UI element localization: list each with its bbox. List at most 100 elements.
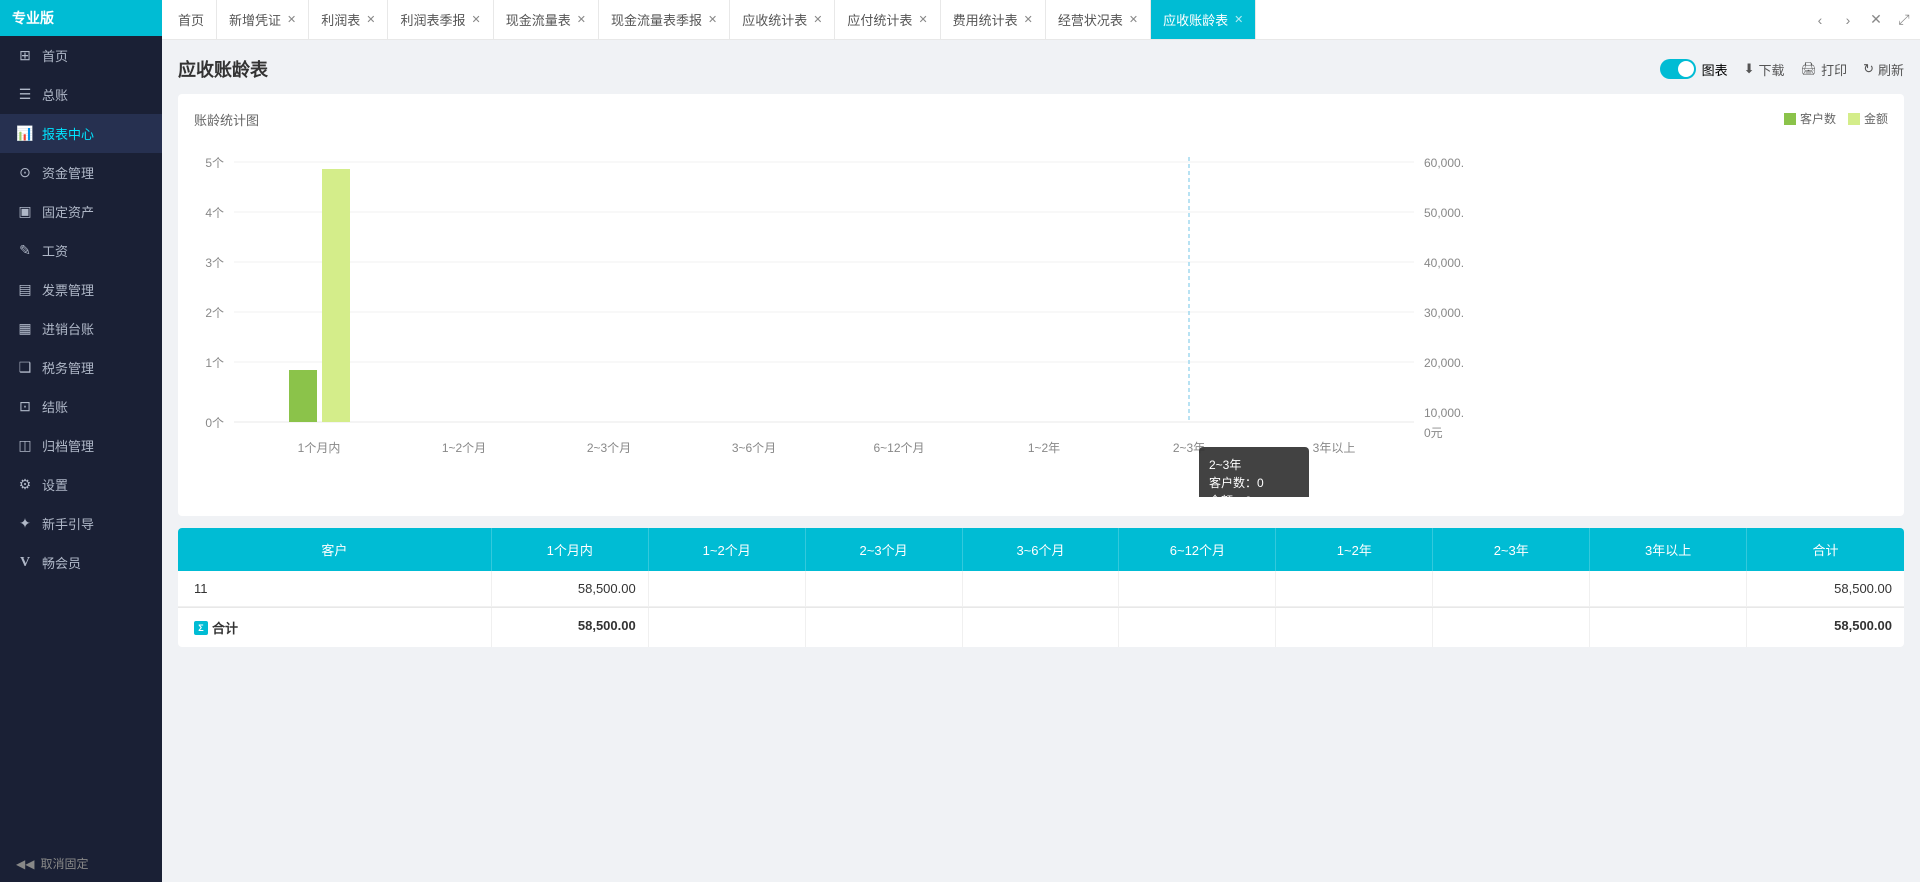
legend-customers-dot — [1784, 113, 1796, 125]
tab-payable-stat-close[interactable]: ✕ — [918, 13, 927, 26]
tab-payable-stat-label: 应付统计表 — [847, 10, 912, 29]
refresh-btn[interactable]: ↻ 刷新 — [1863, 60, 1904, 79]
tab-aging-close[interactable]: ✕ — [1234, 13, 1243, 26]
td-3-6m — [963, 571, 1120, 606]
tf-label: Σ 合计 — [178, 608, 492, 647]
tab-aging-label: 应收账龄表 — [1163, 10, 1228, 29]
sidebar-item-guide[interactable]: ✦ 新手引导 — [0, 504, 162, 543]
tab-voucher-close[interactable]: ✕ — [287, 13, 296, 26]
sidebar-item-ledger[interactable]: ☰ 总账 — [0, 75, 162, 114]
tab-business-stat-close[interactable]: ✕ — [1129, 13, 1138, 26]
tf-1m: 58,500.00 — [492, 608, 649, 647]
td-3y — [1590, 571, 1747, 606]
sidebar-item-report[interactable]: 📊 报表中心 — [0, 114, 162, 153]
print-icon: 🖨 — [1801, 61, 1818, 77]
svg-text:2~3年: 2~3年 — [1209, 458, 1241, 472]
tab-business-stat-label: 经营状况表 — [1058, 10, 1123, 29]
sidebar-item-capital[interactable]: ⊙ 资金管理 — [0, 153, 162, 192]
table-footer: Σ 合计 58,500.00 58,500.00 — [178, 607, 1904, 647]
chart-toggle-wrapper: 图表 — [1660, 59, 1728, 79]
tab-profit[interactable]: 利润表 ✕ — [309, 0, 388, 40]
print-btn[interactable]: 🖨 打印 — [1801, 60, 1848, 79]
tab-nav-next[interactable]: › — [1836, 8, 1860, 32]
svg-text:3个: 3个 — [205, 256, 224, 270]
collapse-label: 取消固定 — [40, 855, 88, 872]
table-header: 客户 1个月内 1~2个月 2~3个月 3~6个月 6~12个月 1~2年 2~… — [178, 528, 1904, 571]
page-area: 应收账龄表 图表 ⬇ 下载 🖨 打印 ↻ 刷新 — [162, 40, 1920, 882]
sidebar-item-asset[interactable]: ▣ 固定资产 — [0, 192, 162, 231]
td-2-3y — [1433, 571, 1590, 606]
svg-text:30,000.00元: 30,000.00元 — [1424, 306, 1464, 320]
sidebar-item-archive[interactable]: ◫ 归档管理 — [0, 426, 162, 465]
tab-home-label: 首页 — [178, 10, 204, 29]
tab-aging[interactable]: 应收账龄表 ✕ — [1151, 0, 1256, 40]
sidebar-collapse-btn[interactable]: ◀◀ 取消固定 — [0, 845, 162, 882]
tab-nav-buttons: ‹ › ✕ ⤢ — [1808, 8, 1916, 32]
tab-home[interactable]: 首页 — [166, 0, 217, 40]
home-icon: ⊞ — [16, 47, 34, 64]
svg-text:6~12个月: 6~12个月 — [873, 441, 924, 455]
download-btn[interactable]: ⬇ 下载 — [1744, 60, 1785, 79]
tab-profit-quarter-close[interactable]: ✕ — [472, 13, 481, 26]
tf-3-6m — [963, 608, 1120, 647]
sidebar-item-invoice[interactable]: ▤ 发票管理 — [0, 270, 162, 309]
tab-nav-expand[interactable]: ⤢ — [1892, 8, 1916, 32]
tab-cashflow-quarter[interactable]: 现金流量表季报 ✕ — [599, 0, 730, 40]
tab-voucher[interactable]: 新增凭证 ✕ — [217, 0, 309, 40]
table-row: 11 58,500.00 58,500.00 — [178, 571, 1904, 607]
tab-nav-prev[interactable]: ‹ — [1808, 8, 1832, 32]
sidebar-item-stock[interactable]: ▦ 进销台账 — [0, 309, 162, 348]
tab-voucher-label: 新增凭证 — [229, 10, 281, 29]
svg-text:1个: 1个 — [205, 356, 224, 370]
tab-nav-close-all[interactable]: ✕ — [1864, 8, 1888, 32]
tf-label-text: 合计 — [212, 618, 238, 637]
sidebar-item-home[interactable]: ⊞ 首页 — [0, 36, 162, 75]
svg-text:3~6个月: 3~6个月 — [732, 441, 776, 455]
tf-1-2m — [649, 608, 806, 647]
app-logo: 专业版 — [0, 0, 162, 36]
sidebar-item-label: 归档管理 — [42, 436, 94, 455]
chart-legend: 客户数 金额 — [1784, 110, 1888, 127]
tab-profit-close[interactable]: ✕ — [366, 13, 375, 26]
sidebar-item-label: 资金管理 — [42, 163, 94, 182]
page-title: 应收账龄表 — [178, 56, 268, 82]
download-label: 下载 — [1759, 60, 1785, 79]
collapse-icon: ◀◀ — [16, 857, 34, 871]
tab-business-stat[interactable]: 经营状况表 ✕ — [1046, 0, 1151, 40]
sidebar-item-close[interactable]: ⊡ 结账 — [0, 387, 162, 426]
sidebar-item-tax[interactable]: ❑ 税务管理 — [0, 348, 162, 387]
svg-text:3年以上: 3年以上 — [1313, 441, 1356, 455]
chart-toggle[interactable] — [1660, 59, 1696, 79]
tab-profit-label: 利润表 — [321, 10, 360, 29]
asset-icon: ▣ — [16, 203, 34, 220]
tab-bar: 首页 新增凭证 ✕ 利润表 ✕ 利润表季报 ✕ 现金流量表 ✕ 现金流量表季报 … — [162, 0, 1920, 40]
tab-cashflow[interactable]: 现金流量表 ✕ — [494, 0, 599, 40]
tab-receivable-stat[interactable]: 应收统计表 ✕ — [730, 0, 835, 40]
tab-expense-stat-close[interactable]: ✕ — [1024, 13, 1033, 26]
bar-amount-1 — [322, 169, 350, 422]
tab-profit-quarter[interactable]: 利润表季报 ✕ — [388, 0, 493, 40]
sidebar-item-salary[interactable]: ✎ 工资 — [0, 231, 162, 270]
tab-cashflow-quarter-close[interactable]: ✕ — [708, 13, 717, 26]
guide-icon: ✦ — [16, 515, 34, 532]
th-customer: 客户 — [178, 528, 492, 571]
sidebar-item-settings[interactable]: ⚙ 设置 — [0, 465, 162, 504]
th-1m: 1个月内 — [492, 528, 649, 571]
legend-customers: 客户数 — [1784, 110, 1836, 127]
sidebar-item-label: 结账 — [42, 397, 68, 416]
tab-payable-stat[interactable]: 应付统计表 ✕ — [835, 0, 940, 40]
td-1m: 58,500.00 — [492, 571, 649, 606]
tab-receivable-stat-label: 应收统计表 — [742, 10, 807, 29]
sidebar-item-vip[interactable]: V 畅会员 — [0, 543, 162, 582]
tab-receivable-stat-close[interactable]: ✕ — [813, 13, 822, 26]
chart-svg: 5个 4个 3个 2个 1个 0个 60,000.00元 50,000.00元 … — [194, 137, 1464, 497]
svg-text:5个: 5个 — [205, 156, 224, 170]
tab-expense-stat-label: 费用统计表 — [953, 10, 1018, 29]
svg-text:2~3个月: 2~3个月 — [587, 441, 631, 455]
tf-total: 58,500.00 — [1747, 608, 1904, 647]
tab-profit-quarter-label: 利润表季报 — [400, 10, 465, 29]
tab-cashflow-close[interactable]: ✕ — [577, 13, 586, 26]
tab-expense-stat[interactable]: 费用统计表 ✕ — [941, 0, 1046, 40]
tax-icon: ❑ — [16, 359, 34, 376]
sidebar-item-label: 报表中心 — [42, 124, 94, 143]
